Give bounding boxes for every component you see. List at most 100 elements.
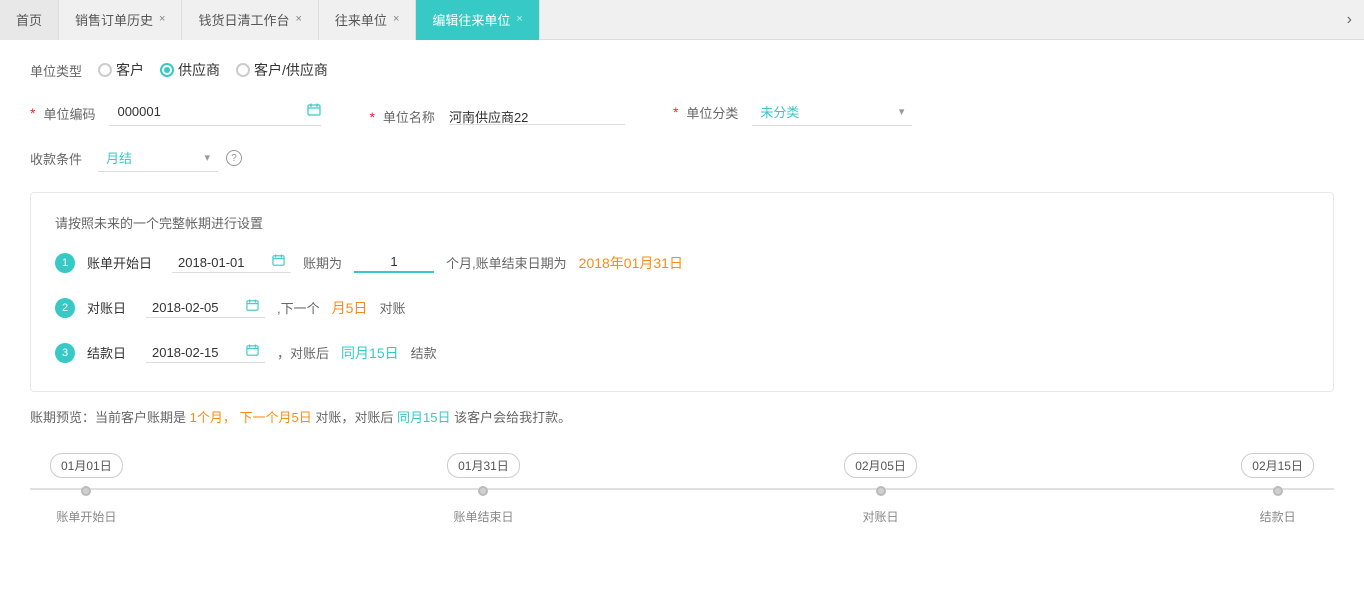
radio-supplier-label: 供应商: [178, 60, 220, 80]
unit-category-value: 未分类: [760, 102, 892, 121]
node-badge-0: 01月01日: [50, 453, 123, 478]
unit-code-label: 单位编码: [43, 104, 95, 123]
bill-start-calendar-icon[interactable]: [272, 254, 285, 270]
unit-code-star: *: [30, 105, 35, 121]
preview-middle: 对账，对账后: [315, 410, 393, 425]
payment-condition-arrow: ▾: [204, 151, 210, 164]
reconcile-suffix-highlight: 月5日: [332, 298, 368, 318]
unit-type-row: 单位类型 客户 供应商 客户/供应商: [30, 60, 1334, 80]
unit-code-field: * 单位编码: [30, 100, 321, 126]
preview-suffix: 该客户会给我打款。: [454, 410, 571, 425]
period-end-date: 2018年01月31日: [579, 253, 683, 273]
tab-edit-partner-label: 编辑往来单位: [432, 10, 510, 29]
reconcile-date-input[interactable]: [152, 300, 242, 315]
unit-code-icon[interactable]: [307, 103, 321, 120]
preview-part1: 1个月，: [190, 410, 236, 425]
timeline-node-2: 02月05日 对账日: [844, 453, 917, 525]
period-value-input[interactable]: [354, 252, 434, 273]
unit-code-input[interactable]: [109, 100, 301, 123]
row-num-3: 3: [55, 343, 75, 363]
payment-condition-row: 收款条件 月结 ▾ ?: [30, 144, 1334, 172]
unit-name-input[interactable]: [449, 109, 625, 125]
tab-more-button[interactable]: ›: [1335, 0, 1364, 40]
timeline-node-3: 02月15日 结款日: [1241, 453, 1314, 525]
unit-type-radio-group: 客户 供应商 客户/供应商: [98, 60, 328, 80]
preview-text: 账期预览：当前客户账期是 1个月， 下一个月5日 对账，对账后 同月15日 该客…: [30, 408, 1334, 429]
tab-edit-partner-close[interactable]: ×: [516, 14, 522, 25]
unit-category-dropdown[interactable]: 未分类 ▾: [752, 98, 912, 126]
bill-start-date-input[interactable]: [178, 255, 268, 270]
unit-code-input-wrap: [109, 100, 321, 126]
preview-part2: 下一个月5日: [240, 410, 312, 425]
timeline-node-0: 01月01日 账单开始日: [50, 453, 123, 525]
radio-both[interactable]: 客户/供应商: [236, 60, 328, 80]
tab-cash-ledger-label: 钱货日清工作台: [198, 10, 289, 29]
radio-customer-circle: [98, 63, 112, 77]
setting-row-2: 2 对账日 ,下一个 月5日 对账: [55, 297, 1309, 318]
tab-cash-ledger[interactable]: 钱货日清工作台 ×: [182, 0, 318, 40]
tab-home-label: 首页: [16, 10, 42, 29]
payment-condition-label: 收款条件: [30, 149, 82, 168]
payment-suffix-pre: ，对账后: [277, 343, 329, 362]
node-label-0: 账单开始日: [56, 508, 116, 525]
reconcile-label: 对账日: [87, 298, 126, 317]
node-dot-1: [478, 486, 488, 496]
node-label-1: 账单结束日: [453, 508, 513, 525]
section-title: 请按照未来的一个完整帐期进行设置: [55, 213, 1309, 232]
unit-name-label: 单位名称: [383, 107, 435, 126]
payment-condition-dropdown[interactable]: 月结 ▾: [98, 144, 218, 172]
bill-start-label: 账单开始日: [87, 253, 152, 272]
tab-partner-units-close[interactable]: ×: [393, 14, 399, 25]
node-label-3: 结款日: [1260, 508, 1296, 525]
node-badge-1: 01月31日: [447, 453, 520, 478]
timeline-node-1: 01月31日 账单结束日: [447, 453, 520, 525]
node-badge-3: 02月15日: [1241, 453, 1314, 478]
unit-fields-row: * 单位编码 * 单位名称 * 单位分类: [30, 98, 1334, 126]
node-dot-3: [1273, 486, 1283, 496]
tab-edit-partner[interactable]: 编辑往来单位 ×: [416, 0, 539, 40]
node-dot-2: [876, 486, 886, 496]
payment-condition-value: 月结: [106, 148, 198, 167]
radio-customer-label: 客户: [116, 60, 144, 80]
period-label: 账期为: [303, 253, 342, 272]
unit-category-field: * 单位分类 未分类 ▾: [673, 98, 912, 126]
setting-section: 请按照未来的一个完整帐期进行设置 1 账单开始日 账期为 个月,账单结束日期为: [30, 192, 1334, 392]
unit-category-star: *: [673, 104, 678, 120]
payment-suffix-highlight: 同月15日: [341, 343, 399, 363]
unit-name-star: *: [369, 109, 374, 125]
setting-row-3: 3 结款日 ，对账后 同月15日 结款: [55, 342, 1309, 363]
radio-customer[interactable]: 客户: [98, 60, 144, 80]
preview-section: 账期预览：当前客户账期是 1个月， 下一个月5日 对账，对账后 同月15日 该客…: [30, 408, 1334, 525]
reconcile-suffix-end: 对账: [379, 298, 405, 317]
radio-both-label: 客户/供应商: [254, 60, 328, 80]
main-content: 单位类型 客户 供应商 客户/供应商 * 单位编码: [0, 40, 1364, 608]
payment-suffix-end: 结款: [411, 343, 437, 362]
payment-calendar-icon[interactable]: [246, 344, 259, 360]
node-dot-0: [81, 486, 91, 496]
row-num-2: 2: [55, 298, 75, 318]
reconcile-calendar-icon[interactable]: [246, 299, 259, 315]
timeline: 01月01日 账单开始日 01月31日 账单结束日 02月05日 对账日 02月…: [30, 453, 1334, 525]
radio-supplier[interactable]: 供应商: [160, 60, 220, 80]
tab-sales-history-close[interactable]: ×: [159, 14, 165, 25]
row-num-1: 1: [55, 253, 75, 273]
bill-start-date-wrap: [172, 252, 291, 273]
node-label-2: 对账日: [863, 508, 899, 525]
preview-part3: 同月15日: [397, 410, 450, 425]
payment-date-input[interactable]: [152, 345, 242, 360]
tab-cash-ledger-close[interactable]: ×: [295, 14, 301, 25]
period-unit-text: 个月,账单结束日期为: [446, 253, 567, 272]
tab-bar: 首页 销售订单历史 × 钱货日清工作台 × 往来单位 × 编辑往来单位 × ›: [0, 0, 1364, 40]
unit-type-label: 单位类型: [30, 61, 82, 80]
payment-date-wrap: [146, 342, 265, 363]
reconcile-date-wrap: [146, 297, 265, 318]
radio-supplier-circle: [160, 63, 174, 77]
setting-row-1: 1 账单开始日 账期为 个月,账单结束日期为 2018年01月31日: [55, 252, 1309, 273]
tab-partner-units[interactable]: 往来单位 ×: [319, 0, 416, 40]
tab-home[interactable]: 首页: [0, 0, 59, 40]
unit-category-label: 单位分类: [686, 103, 738, 122]
payment-help-icon[interactable]: ?: [226, 150, 242, 166]
tab-sales-history-label: 销售订单历史: [75, 10, 153, 29]
preview-prefix: 账期预览：当前客户账期是: [30, 410, 186, 425]
tab-sales-history[interactable]: 销售订单历史 ×: [59, 0, 182, 40]
